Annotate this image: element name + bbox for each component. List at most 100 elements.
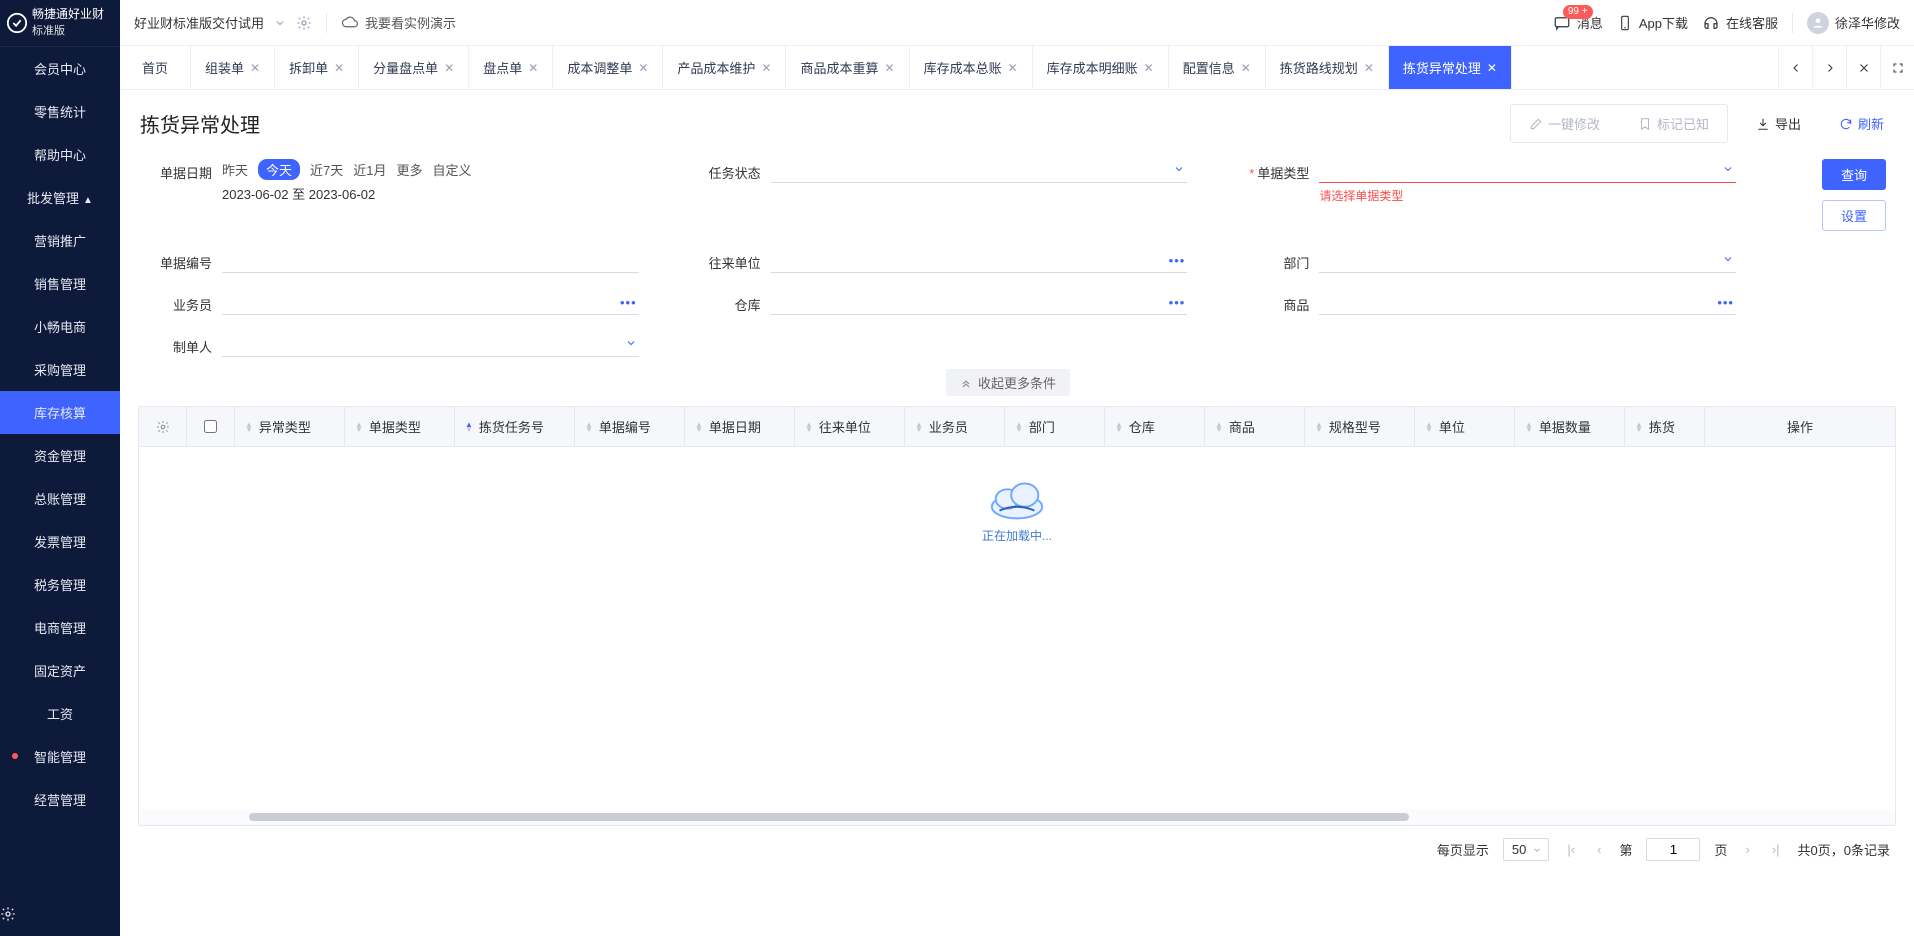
page-input[interactable] — [1646, 838, 1700, 861]
sidebar-item[interactable]: 营销推广 — [0, 219, 120, 262]
tab[interactable]: 拆卸单✕ — [275, 46, 359, 89]
sidebar-item[interactable]: 固定资产 — [0, 649, 120, 692]
tab[interactable]: 产品成本维护✕ — [663, 46, 786, 89]
tab[interactable]: 分量盘点单✕ — [359, 46, 469, 89]
doc-type-select[interactable] — [1319, 159, 1736, 183]
date-range-option[interactable]: 近7天 — [310, 160, 343, 179]
tab[interactable]: 库存成本明细账✕ — [1033, 46, 1169, 89]
sidebar-item[interactable]: 发票管理 — [0, 520, 120, 563]
customer-service-button[interactable]: 在线客服 — [1702, 13, 1778, 32]
select-all-header[interactable] — [187, 407, 235, 446]
column-header[interactable]: ▲▼单据数量 — [1515, 407, 1625, 446]
tab[interactable]: 拣货路线规划✕ — [1266, 46, 1389, 89]
sidebar-item[interactable]: 智能管理 — [0, 735, 120, 778]
prev-page-button[interactable]: ‹ — [1593, 842, 1605, 857]
sidebar-item[interactable]: 经营管理 — [0, 778, 120, 821]
sidebar-item[interactable]: 小畅电商 — [0, 305, 120, 348]
close-icon[interactable]: ✕ — [885, 61, 895, 75]
tab[interactable]: 组装单✕ — [191, 46, 275, 89]
sidebar-item[interactable]: 帮助中心 — [0, 133, 120, 176]
query-button[interactable]: 查询 — [1822, 159, 1886, 190]
column-header[interactable]: ▲▼业务员 — [905, 407, 1005, 446]
export-button[interactable]: 导出 — [1746, 109, 1811, 138]
table-settings-header[interactable] — [139, 407, 187, 446]
more-icon[interactable]: ••• — [1169, 295, 1186, 310]
close-icon[interactable]: ✕ — [1144, 61, 1154, 75]
column-header[interactable]: 操作 — [1705, 407, 1895, 446]
more-icon[interactable]: ••• — [1169, 253, 1186, 268]
column-header[interactable]: ▲▼单位 — [1415, 407, 1515, 446]
column-header[interactable]: ▲▼往来单位 — [795, 407, 905, 446]
page-size-select[interactable]: 50 — [1503, 838, 1549, 861]
tab[interactable]: 成本调整单✕ — [553, 46, 663, 89]
demo-link[interactable]: 我要看实例演示 — [341, 13, 456, 32]
column-header[interactable]: ▲▼仓库 — [1105, 407, 1205, 446]
date-range-option[interactable]: 今天 — [258, 159, 300, 180]
messages-button[interactable]: 99 + 消息 — [1553, 13, 1603, 32]
date-range-option[interactable]: 昨天 — [222, 160, 248, 179]
date-range-option[interactable]: 近1月 — [353, 160, 386, 179]
tabs-close-button[interactable] — [1846, 46, 1880, 89]
close-icon[interactable]: ✕ — [1487, 61, 1497, 75]
next-page-button[interactable]: › — [1741, 842, 1753, 857]
sidebar-item[interactable]: 电商管理 — [0, 606, 120, 649]
column-header[interactable]: ▲▼单据编号 — [575, 407, 685, 446]
close-icon[interactable]: ✕ — [528, 61, 538, 75]
tab[interactable]: 配置信息✕ — [1169, 46, 1266, 89]
column-header[interactable]: ▲▼部门 — [1005, 407, 1105, 446]
partner-lookup[interactable] — [771, 249, 1188, 273]
tenant-settings-icon[interactable] — [296, 15, 312, 31]
tab[interactable]: 首页 — [120, 46, 191, 89]
date-range-option[interactable]: 自定义 — [433, 160, 472, 179]
column-header[interactable]: ▲▼拣货任务号 — [455, 407, 575, 446]
dept-select[interactable] — [1319, 249, 1736, 273]
tab[interactable]: 库存成本总账✕ — [910, 46, 1033, 89]
sidebar-item[interactable]: 销售管理 — [0, 262, 120, 305]
select-all-checkbox[interactable] — [204, 420, 217, 433]
tab[interactable]: 拣货异常处理✕ — [1389, 46, 1512, 89]
filter-settings-button[interactable]: 设置 — [1822, 200, 1886, 231]
tab[interactable]: 商品成本重算✕ — [786, 46, 909, 89]
scrollbar-thumb[interactable] — [249, 813, 1409, 821]
close-icon[interactable]: ✕ — [638, 61, 648, 75]
column-header[interactable]: ▲▼异常类型 — [235, 407, 345, 446]
salesman-lookup[interactable] — [222, 291, 639, 315]
column-header[interactable]: ▲▼单据日期 — [685, 407, 795, 446]
refresh-button[interactable]: 刷新 — [1829, 109, 1894, 138]
last-page-button[interactable]: ›| — [1768, 842, 1784, 857]
close-icon[interactable]: ✕ — [1364, 61, 1374, 75]
more-icon[interactable]: ••• — [1717, 295, 1734, 310]
tabs-fullscreen-button[interactable] — [1880, 46, 1914, 89]
tenant-switcher[interactable]: 好业财标准版交付试用 — [134, 13, 286, 32]
task-status-select[interactable] — [771, 159, 1188, 183]
sidebar-item[interactable]: 工资 — [0, 692, 120, 735]
close-icon[interactable]: ✕ — [250, 61, 260, 75]
column-header[interactable]: ▲▼商品 — [1205, 407, 1305, 446]
column-header[interactable]: ▲▼拣货 — [1625, 407, 1705, 446]
close-icon[interactable]: ✕ — [1008, 61, 1018, 75]
close-icon[interactable]: ✕ — [761, 61, 771, 75]
goods-lookup[interactable] — [1319, 291, 1736, 315]
sidebar-item[interactable]: 库存核算 — [0, 391, 120, 434]
date-range-option[interactable]: 更多 — [397, 160, 423, 179]
user-menu[interactable]: 徐泽华修改 — [1807, 12, 1900, 34]
close-icon[interactable]: ✕ — [334, 61, 344, 75]
doc-no-input[interactable] — [222, 249, 639, 273]
tabs-scroll-right-button[interactable] — [1812, 46, 1846, 89]
sidebar-item[interactable]: 批发管理▲ — [0, 176, 120, 219]
tab[interactable]: 盘点单✕ — [469, 46, 553, 89]
sidebar-item[interactable]: 会员中心 — [0, 47, 120, 90]
more-icon[interactable]: ••• — [620, 295, 637, 310]
sidebar-item[interactable]: 零售统计 — [0, 90, 120, 133]
maker-select[interactable] — [222, 333, 639, 357]
close-icon[interactable]: ✕ — [444, 61, 454, 75]
horizontal-scrollbar[interactable] — [139, 809, 1895, 825]
column-header[interactable]: ▲▼规格型号 — [1305, 407, 1415, 446]
sidebar-item[interactable]: 税务管理 — [0, 563, 120, 606]
collapse-filters-button[interactable]: 收起更多条件 — [946, 369, 1070, 396]
sidebar-settings-icon[interactable] — [0, 906, 120, 922]
app-download-button[interactable]: App下载 — [1617, 13, 1688, 32]
sidebar-item[interactable]: 采购管理 — [0, 348, 120, 391]
tabs-scroll-left-button[interactable] — [1778, 46, 1812, 89]
sidebar-item[interactable]: 总账管理 — [0, 477, 120, 520]
